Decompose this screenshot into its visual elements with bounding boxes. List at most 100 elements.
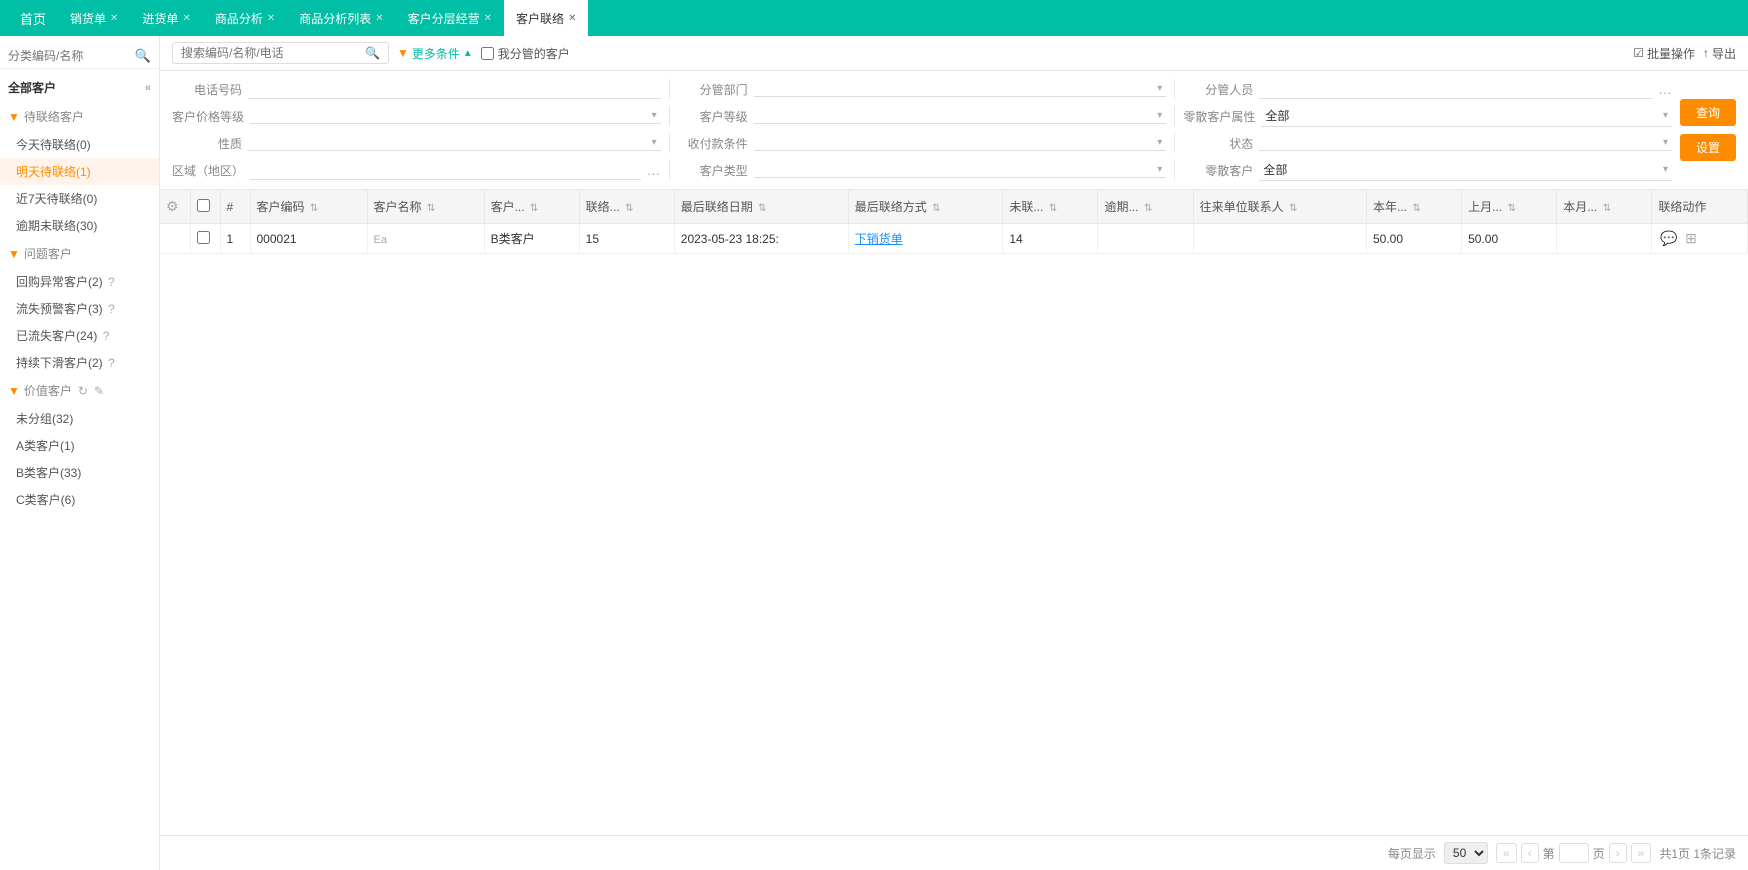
export-btn[interactable]: ↑ 导出 [1703, 45, 1736, 62]
setting-button[interactable]: 设置 [1680, 134, 1736, 161]
prev-page-btn[interactable]: ‹ [1521, 843, 1539, 863]
row-contact: 15 [579, 224, 674, 254]
row-select-checkbox[interactable] [197, 231, 210, 244]
close-sales-tab[interactable]: ✕ [110, 13, 118, 24]
phone-input[interactable] [248, 80, 661, 99]
search-icon[interactable]: 🔍 [365, 46, 380, 60]
col-contact[interactable]: 联络... ⇅ [579, 190, 674, 224]
col-checkbox [190, 190, 220, 224]
col-last-contact-method[interactable]: 最后联络方式 ⇅ [848, 190, 1003, 224]
value-customers-edit[interactable]: ✎ [94, 384, 104, 398]
dept-select[interactable]: ▾ [754, 81, 1167, 97]
main-layout: 🔍 全部客户 « ▼ 待联络客户 今天待联络(0) 明天待联络(1) 近7天待联… [0, 36, 1748, 870]
col-not-contacted[interactable]: 未联... ⇅ [1003, 190, 1098, 224]
sidebar-item-today[interactable]: 今天待联络(0) [0, 131, 159, 158]
page-label-pre: 第 [1543, 845, 1555, 862]
last-page-btn[interactable]: » [1631, 843, 1652, 863]
sort-ty-icon: ⇅ [1412, 203, 1420, 214]
first-page-btn[interactable]: « [1496, 843, 1517, 863]
col-last-month[interactable]: 上月... ⇅ [1462, 190, 1557, 224]
sidebar: 🔍 全部客户 « ▼ 待联络客户 今天待联络(0) 明天待联络(1) 近7天待联… [0, 36, 160, 870]
action-chat-icon[interactable]: 💬 [1660, 230, 1677, 246]
nature-select[interactable]: ▾ [248, 135, 661, 151]
close-goods-analysis-list-tab[interactable]: ✕ [375, 13, 383, 24]
status-select[interactable]: ▾ [1259, 135, 1672, 151]
sidebar-item-ungrouped[interactable]: 未分组(32) [0, 405, 159, 432]
sidebar-item-continuous-decline[interactable]: 持续下滑客户(2) ? [0, 349, 159, 376]
sidebar-item-a-class[interactable]: A类客户(1) [0, 432, 159, 459]
query-button[interactable]: 查询 [1680, 99, 1736, 126]
checkbox-icon: ☑ [1633, 46, 1644, 60]
action-btns: ☑ 批量操作 ↑ 导出 [1633, 45, 1736, 62]
nav-home[interactable]: 首页 [8, 0, 58, 36]
col-this-year[interactable]: 本年... ⇅ [1366, 190, 1461, 224]
sidebar-search-input[interactable] [8, 49, 135, 63]
close-customer-tier-tab[interactable]: ✕ [484, 13, 492, 24]
nav-customer-tier[interactable]: 客户分层经营 ✕ [396, 0, 504, 36]
sidebar-item-overdue[interactable]: 逾期未联络(30) [0, 212, 159, 239]
col-customer-class[interactable]: 客户... ⇅ [484, 190, 579, 224]
row-overdue [1098, 224, 1193, 254]
nature-label: 性质 [172, 135, 242, 152]
col-index: # [220, 190, 250, 224]
nav-purchase[interactable]: 进货单 ✕ [130, 0, 202, 36]
gear-icon[interactable]: ⚙ [166, 198, 179, 214]
page-input[interactable]: 1 [1559, 843, 1589, 863]
sidebar-search-icon[interactable]: 🔍 [135, 48, 151, 64]
contact-method-link[interactable]: 下销货单 [855, 232, 903, 246]
person-input[interactable] [1259, 80, 1652, 99]
my-customers-check[interactable] [481, 47, 494, 60]
area-more-icon[interactable]: … [647, 162, 661, 178]
filter-row-4: 区域（地区） … 客户类型 ▾ [172, 159, 1672, 181]
nav-sales[interactable]: 销货单 ✕ [58, 0, 130, 36]
col-name[interactable]: 客户名称 ⇅ [367, 190, 484, 224]
col-code[interactable]: 客户编码 ⇅ [250, 190, 367, 224]
sort-overdue-icon: ⇅ [1144, 203, 1152, 214]
sidebar-group-problem: ▼ 问题客户 [0, 239, 159, 268]
col-last-contact-date[interactable]: 最后联络日期 ⇅ [674, 190, 848, 224]
select-all-checkbox[interactable] [197, 199, 210, 212]
sidebar-all-customers[interactable]: 全部客户 « [0, 73, 159, 102]
retail-attr-select[interactable]: 全部 ▾ [1261, 105, 1672, 127]
batch-op-btn[interactable]: ☑ 批量操作 [1633, 45, 1695, 62]
col-overdue[interactable]: 逾期... ⇅ [1098, 190, 1193, 224]
page-size-select[interactable]: 50 [1444, 842, 1488, 864]
nav-customer-contact[interactable]: 客户联络 ✕ [504, 0, 588, 36]
per-page-label: 每页显示 [1388, 845, 1436, 862]
sidebar-item-tomorrow[interactable]: 明天待联络(1) [0, 158, 159, 185]
next-page-btn[interactable]: › [1609, 843, 1627, 863]
nav-goods-analysis-list[interactable]: 商品分析列表 ✕ [287, 0, 395, 36]
filter-person: 分管人员 … [1183, 80, 1672, 99]
payment-select[interactable]: ▾ [754, 135, 1167, 151]
more-conditions-btn[interactable]: ▼ 更多条件 ▲ [397, 45, 473, 62]
person-more-icon[interactable]: … [1658, 81, 1672, 97]
sidebar-item-b-class[interactable]: B类客户(33) [0, 459, 159, 486]
sort-method-icon: ⇅ [932, 203, 940, 214]
value-customers-refresh[interactable]: ↻ [78, 384, 88, 398]
nav-goods-analysis[interactable]: 商品分析 ✕ [203, 0, 287, 36]
customer-level-select[interactable]: ▾ [754, 108, 1167, 124]
sidebar-item-repurchase-abnormal[interactable]: 回购异常客户(2) ? [0, 268, 159, 295]
retail-customer-label: 零散客户 [1183, 162, 1253, 179]
sidebar-item-7days[interactable]: 近7天待联络(0) [0, 185, 159, 212]
filter-payment: 收付款条件 ▾ [678, 135, 1167, 152]
close-goods-analysis-tab[interactable]: ✕ [267, 13, 275, 24]
search-input[interactable] [181, 46, 361, 60]
sidebar-item-already-lost[interactable]: 已流失客户(24) ? [0, 322, 159, 349]
row-gear [160, 224, 190, 254]
sidebar-item-c-class[interactable]: C类客户(6) [0, 486, 159, 513]
filter-dept: 分管部门 ▾ [678, 81, 1167, 98]
close-purchase-tab[interactable]: ✕ [182, 13, 190, 24]
col-unit-contact[interactable]: 往来单位联系人 ⇅ [1193, 190, 1366, 224]
retail-customer-select[interactable]: 全部 ▾ [1259, 159, 1672, 181]
sidebar-item-lost-risk[interactable]: 流失预警客户(3) ? [0, 295, 159, 322]
my-customers-checkbox[interactable]: 我分管的客户 [481, 45, 570, 62]
close-customer-contact-tab[interactable]: ✕ [568, 13, 576, 24]
price-level-select[interactable]: ▾ [250, 108, 661, 124]
status-arrow-icon: ▾ [1663, 137, 1668, 148]
total-label: 共1页 1条记录 [1659, 845, 1736, 862]
col-this-month[interactable]: 本月... ⇅ [1557, 190, 1652, 224]
area-input[interactable] [250, 161, 641, 180]
customer-type-select[interactable]: ▾ [754, 162, 1167, 178]
action-grid-icon[interactable]: ⊞ [1685, 230, 1697, 246]
